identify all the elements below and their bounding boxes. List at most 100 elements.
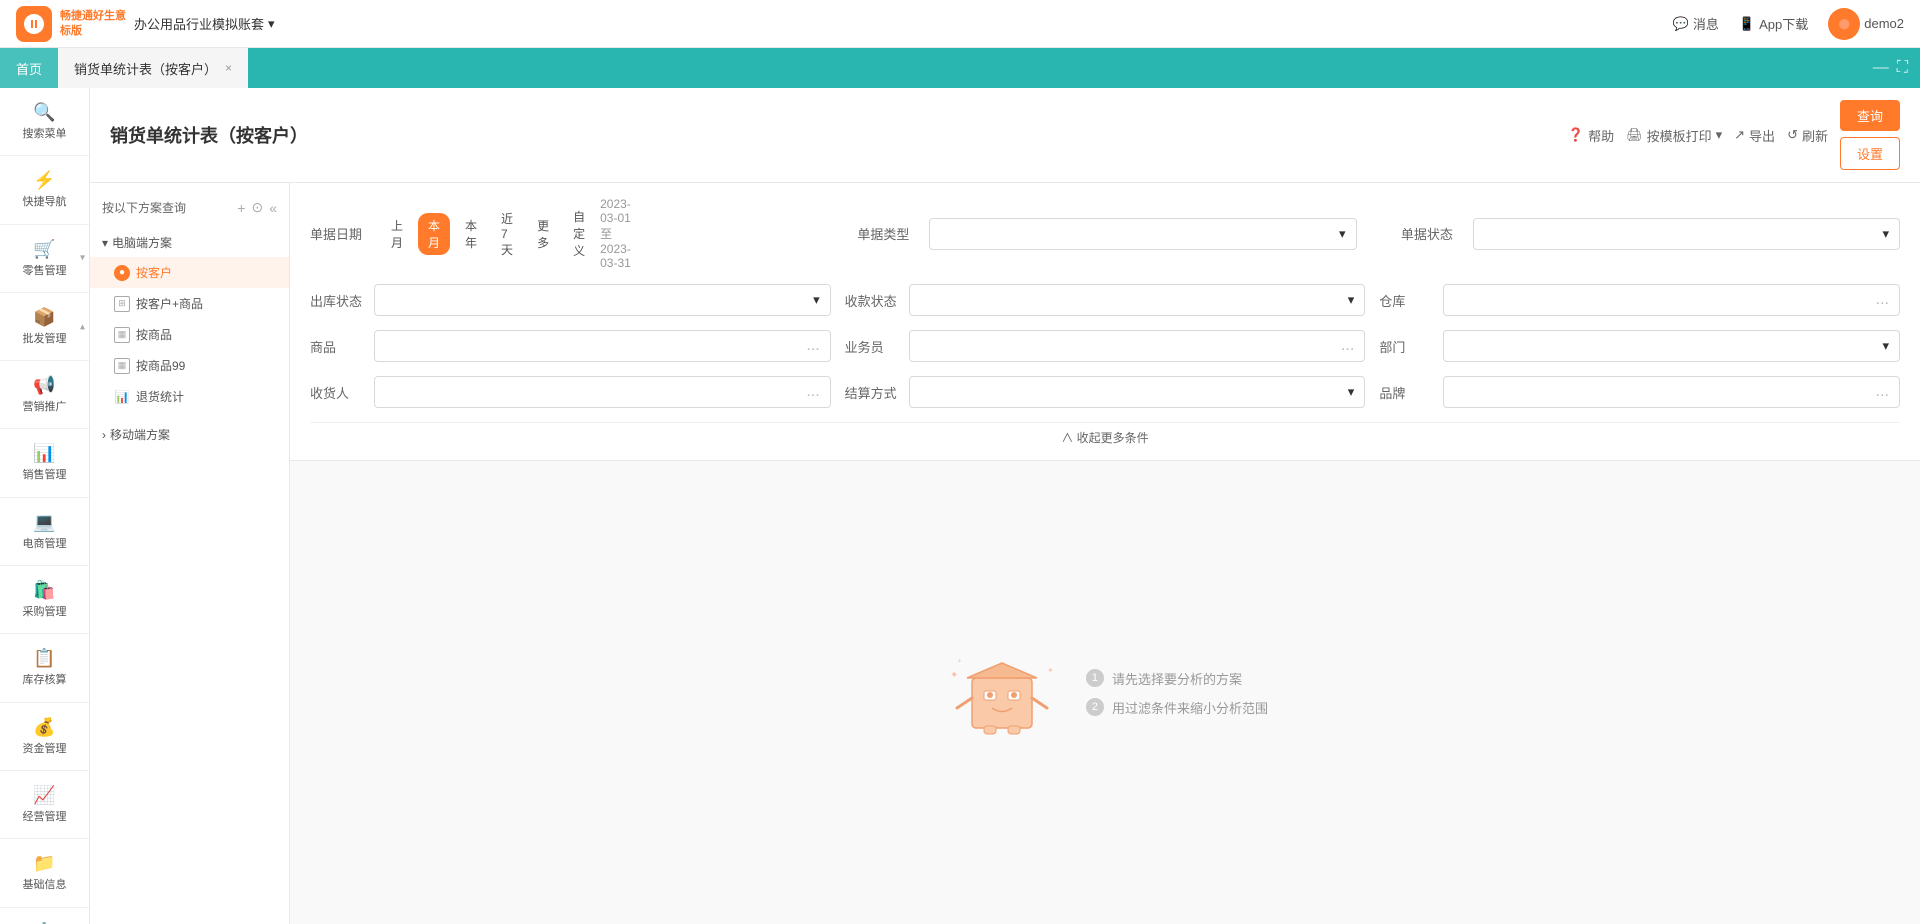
sidebar-item-system[interactable]: ⚙️ 系统管理	[0, 908, 89, 924]
edit-scheme-btn[interactable]: ⊙	[251, 199, 263, 216]
scheme-by-customer-goods[interactable]: ⊞ 按客户+商品	[90, 288, 289, 319]
warehouse-label: 仓库	[1379, 291, 1435, 310]
dept-select[interactable]: ▾	[1443, 330, 1900, 362]
date-this-month[interactable]: 本月	[418, 213, 450, 255]
tip2-text: 用过滤条件来缩小分析范围	[1112, 698, 1268, 717]
export-btn[interactable]: ↗ 导出	[1734, 126, 1775, 145]
by-customer-goods-icon: ⊞	[114, 296, 130, 312]
warehouse-select[interactable]: ...	[1443, 284, 1900, 316]
brand-select[interactable]: ...	[1443, 376, 1900, 408]
brand-cell: 品牌 ...	[1379, 376, 1900, 408]
sidebar-item-retail[interactable]: 🛒 零售管理 ▾	[0, 225, 89, 293]
industry-selector[interactable]: 办公用品行业模拟账套 ▾	[134, 14, 275, 33]
sidebar-item-ecommerce[interactable]: 💻 电商管理	[0, 498, 89, 566]
brand-ellipsis[interactable]: ...	[1876, 383, 1889, 401]
goods-select[interactable]: ...	[374, 330, 831, 362]
mobile-scheme-title[interactable]: › 移动端方案	[90, 420, 289, 449]
marketing-icon: 📢	[33, 375, 55, 396]
settlement-select[interactable]: ▾	[909, 376, 1366, 408]
print-btn[interactable]: 🖨 按模板打印 ▾	[1626, 126, 1722, 145]
dept-label: 部门	[1379, 337, 1435, 356]
sidebar-item-finance[interactable]: 💰 资金管理	[0, 703, 89, 771]
salesman-select[interactable]: ...	[909, 330, 1366, 362]
consignee-label: 收货人	[310, 383, 366, 402]
scheme-return-stats[interactable]: 📊 退货统计	[90, 381, 289, 412]
date-more[interactable]: 更多	[528, 212, 558, 256]
return-stats-icon: 📊	[114, 389, 130, 405]
maximize-btn[interactable]: ⛶	[1897, 59, 1908, 77]
doc-status-select[interactable]: ▾	[1473, 218, 1900, 250]
main-layout: 🔍 搜索菜单 ⚡ 快捷导航 🛒 零售管理 ▾ 📦 批发管理 ▴ 📢 营销推广 📊…	[0, 88, 1920, 924]
query-button[interactable]: 查询	[1840, 100, 1900, 131]
date-this-year[interactable]: 本年	[456, 212, 486, 256]
print-icon: 🖨	[1626, 127, 1643, 143]
quick-nav-icon: ⚡	[33, 170, 55, 191]
warehouse-cell: 仓库 ...	[1379, 284, 1900, 316]
sidebar-item-sales[interactable]: 📊 销售管理	[0, 429, 89, 497]
goods-ellipsis[interactable]: ...	[806, 337, 819, 355]
sidebar-item-quick-nav[interactable]: ⚡ 快捷导航	[0, 156, 89, 224]
consignee-cell: 收货人 ...	[310, 376, 831, 408]
refresh-btn[interactable]: ↺ 刷新	[1787, 126, 1828, 145]
retail-icon: 🛒	[33, 239, 55, 260]
empty-state-content: ✦ ✦ ✦ 1 请先选择要分析的方案 2	[942, 643, 1268, 743]
sidebar-item-basics[interactable]: 📁 基础信息	[0, 839, 89, 907]
finance-icon: 💰	[33, 717, 55, 738]
top-header: 畅捷通好生意 标版 办公用品行业模拟账套 ▾ 💬 消息 📱 App下载 ● de…	[0, 0, 1920, 48]
ecommerce-icon: 💻	[33, 512, 55, 533]
left-panel-header: 按以下方案查询 + ⊙ «	[90, 191, 289, 224]
receipt-status-chevron: ▾	[1348, 292, 1355, 308]
doc-status-chevron: ▾	[1882, 226, 1889, 242]
brand-label: 品牌	[1379, 383, 1435, 402]
add-scheme-btn[interactable]: +	[237, 200, 245, 216]
message-btn[interactable]: 💬 消息	[1673, 14, 1719, 33]
user-avatar-area[interactable]: ● demo2	[1828, 8, 1904, 40]
warehouse-ellipsis[interactable]: ...	[1876, 291, 1889, 309]
scheme-by-customer[interactable]: ● 按客户	[90, 257, 289, 288]
minimize-btn[interactable]: —	[1873, 59, 1889, 77]
salesman-ellipsis[interactable]: ...	[1341, 337, 1354, 355]
print-chevron-icon: ▾	[1716, 127, 1723, 143]
export-icon: ↗	[1734, 127, 1745, 143]
help-btn[interactable]: ❓ 帮助	[1568, 126, 1614, 145]
scheme-by-goods-99[interactable]: ▦ 按商品99	[90, 350, 289, 381]
wholesale-icon: 📦	[33, 307, 55, 328]
purchase-icon: 🛍️	[33, 580, 55, 601]
out-status-chevron: ▾	[813, 292, 820, 308]
goods-cell: 商品 ...	[310, 330, 831, 362]
tab-sales-stat[interactable]: 销货单统计表（按客户） ×	[58, 48, 248, 88]
sidebar-item-operations[interactable]: 📈 经营管理	[0, 771, 89, 839]
sidebar-item-marketing[interactable]: 📢 营销推广	[0, 361, 89, 429]
consignee-ellipsis[interactable]: ...	[806, 383, 819, 401]
doc-type-label: 单据类型	[857, 224, 917, 243]
date-label: 单据日期	[310, 224, 370, 243]
filter-section: 单据日期 上月 本月 本年 近7天 更多 自定义 2023-03-01 至 20…	[290, 183, 1920, 461]
page-title: 销货单统计表（按客户）	[110, 122, 308, 160]
sidebar-item-purchase[interactable]: 🛍️ 采购管理	[0, 566, 89, 634]
tip1-text: 请先选择要分析的方案	[1112, 669, 1242, 688]
settings-button[interactable]: 设置	[1840, 137, 1900, 170]
sidebar-item-search[interactable]: 🔍 搜索菜单	[0, 88, 89, 156]
doc-type-select[interactable]: ▾	[929, 218, 1356, 250]
consignee-select[interactable]: ...	[374, 376, 831, 408]
page-actions: ❓ 帮助 🖨 按模板打印 ▾ ↗ 导出 ↺ 刷新 查询	[1568, 100, 1900, 182]
settlement-chevron: ▾	[1348, 384, 1355, 400]
scheme-by-goods[interactable]: ▦ 按商品	[90, 319, 289, 350]
tab-home[interactable]: 首页	[0, 48, 58, 88]
panel-title: 按以下方案查询	[102, 199, 186, 216]
desktop-scheme-title[interactable]: ▾ 电脑端方案	[90, 228, 289, 257]
tab-close-icon[interactable]: ×	[225, 61, 232, 75]
date-custom[interactable]: 自定义	[564, 203, 594, 264]
sidebar-item-wholesale[interactable]: 📦 批发管理 ▴	[0, 293, 89, 361]
date-last-7[interactable]: 近7天	[492, 205, 522, 263]
collapse-panel-btn[interactable]: «	[269, 200, 277, 216]
receipt-status-select[interactable]: ▾	[909, 284, 1366, 316]
sidebar-item-inventory[interactable]: 📋 库存核算	[0, 634, 89, 702]
collapse-btn[interactable]: ∧ 收起更多条件	[310, 422, 1900, 452]
username-label: demo2	[1864, 16, 1904, 31]
salesman-label: 业务员	[845, 337, 901, 356]
out-status-select[interactable]: ▾	[374, 284, 831, 316]
logo-icon	[16, 6, 52, 42]
date-last-month[interactable]: 上月	[382, 212, 412, 256]
app-download-btn[interactable]: 📱 App下载	[1739, 14, 1808, 33]
